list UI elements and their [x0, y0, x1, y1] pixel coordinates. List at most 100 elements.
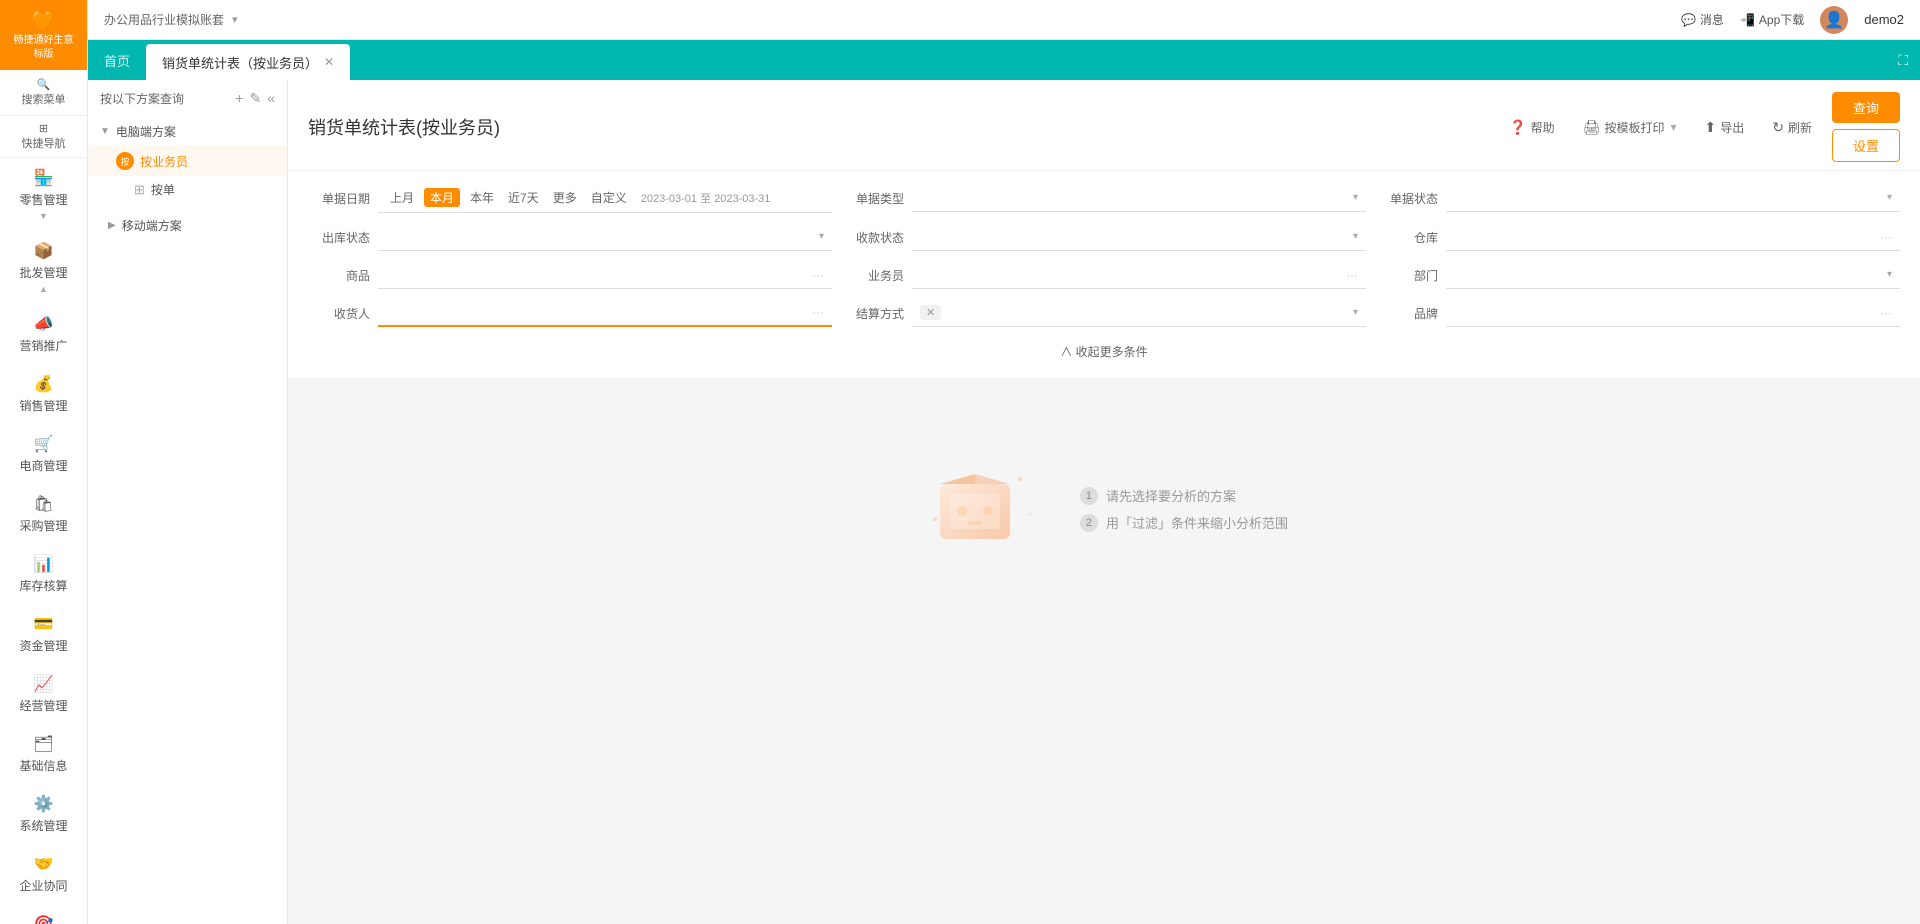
sidebar-item-finance[interactable]: 💳 资金管理 — [0, 604, 87, 664]
schema-item-salesman[interactable]: 按 按业务员 — [88, 146, 287, 176]
help-btn[interactable]: ❓ 帮助 — [1501, 115, 1562, 140]
date-tab-custom[interactable]: 自定义 — [587, 187, 631, 208]
dropdown-account-label[interactable]: 办公用品行业模拟账套 — [104, 11, 224, 28]
settle-tag-clear[interactable]: ✕ — [926, 306, 935, 319]
date-tab-this-month[interactable]: 本月 — [424, 188, 460, 207]
print-dropdown-arrow[interactable]: ▾ — [1670, 120, 1676, 134]
purchase-icon: 🛍 — [33, 494, 53, 514]
tab-home[interactable]: 首页 — [88, 40, 146, 80]
receiver-label: 收货人 — [308, 305, 378, 322]
order-schema-icon: ⊞ — [134, 182, 145, 198]
doc-type-control[interactable]: ▾ — [912, 184, 1366, 212]
collapse-conditions-btn[interactable]: ∧ 收起更多条件 — [308, 337, 1900, 366]
empty-hint-2: 2 用「过滤」条件来缩小分析范围 — [1080, 513, 1288, 532]
page-actions: ❓ 帮助 🖨 按模板打印 ▾ ⬆ 导出 ↻ 刷新 — [1501, 92, 1900, 162]
filter-area: 单据日期 上月 本月 本年 近7天 更多 自定义 2023-03-01 至 20… — [288, 171, 1920, 379]
query-btn[interactable]: 查询 — [1832, 92, 1900, 123]
doc-status-control[interactable]: ▾ — [1446, 184, 1900, 212]
empty-hint-1: 1 请先选择要分析的方案 — [1080, 486, 1288, 505]
sidebar-item-retail[interactable]: 🏪 零售管理 ▼ — [0, 158, 87, 231]
date-tab-last-month[interactable]: 上月 — [386, 187, 418, 208]
recv-status-label: 收款状态 — [832, 229, 912, 246]
search-icon: 🔍 — [4, 78, 83, 91]
retail-icon: 🏪 — [34, 168, 54, 188]
sidebar-item-sales[interactable]: 💰 销售管理 — [0, 364, 87, 424]
filter-row-2: 出库状态 ▾ 收款状态 ▾ 仓库 ··· — [308, 223, 1900, 251]
salesman-label: 业务员 — [832, 267, 912, 284]
sidebar-item-inventory[interactable]: 📊 库存核算 — [0, 544, 87, 604]
tab-sales-stat[interactable]: 销货单统计表（按业务员） ✕ — [146, 44, 350, 80]
retail-label: 零售管理 — [19, 191, 67, 208]
settle-control[interactable]: ✕ ▾ — [912, 299, 1366, 327]
add-schema-btn[interactable]: + — [235, 90, 243, 107]
ecommerce-label: 电商管理 — [19, 457, 67, 474]
collapse-panel-btn[interactable]: « — [267, 90, 275, 107]
out-status-control[interactable]: ▾ — [378, 223, 832, 251]
receiver-control[interactable]: ··· — [378, 299, 832, 327]
recv-status-control[interactable]: ▾ — [912, 223, 1366, 251]
goods-control[interactable]: ··· — [378, 261, 832, 289]
sidebar-item-marketing[interactable]: 📣 营销推广 — [0, 304, 87, 364]
brand-control[interactable]: ··· — [1446, 299, 1900, 327]
sidebar-item-ops[interactable]: 📈 经营管理 — [0, 664, 87, 724]
sidebar-item-newbie[interactable]: 🎯 新手引导 — [0, 904, 87, 924]
sales-icon: 💰 — [34, 374, 54, 394]
dept-control[interactable]: ▾ — [1446, 261, 1900, 289]
sidebar-item-wholesale[interactable]: 📦 批发管理 ▲ — [0, 231, 87, 304]
newbie-icon: 🎯 — [34, 914, 54, 924]
edit-schema-btn[interactable]: ✎ — [249, 90, 261, 107]
order-schema-label: 按单 — [151, 181, 175, 198]
left-panel-header: 按以下方案查询 + ✎ « — [88, 80, 287, 113]
hint-num-2: 2 — [1080, 514, 1098, 532]
date-tab-this-year[interactable]: 本年 — [466, 187, 498, 208]
sidebar-item-ecommerce[interactable]: 🛒 电商管理 — [0, 424, 87, 484]
setup-btn[interactable]: 设置 — [1832, 129, 1900, 162]
wholesale-label: 批发管理 — [19, 264, 67, 281]
username-label[interactable]: demo2 — [1864, 12, 1904, 27]
settle-arrow: ▾ — [1353, 307, 1358, 318]
empty-illustration — [920, 459, 1040, 559]
expand-icon: ⛶ — [1898, 52, 1908, 68]
schema-group-desktop-header[interactable]: ▼ 电脑端方案 — [88, 117, 287, 146]
dropdown-arrow-icon[interactable]: ▾ — [232, 13, 238, 26]
recv-status-arrow: ▾ — [1353, 231, 1358, 242]
app-download-btn[interactable]: 📲 App下载 — [1740, 11, 1804, 28]
date-tab-last7[interactable]: 近7天 — [504, 187, 543, 208]
print-btn[interactable]: 🖨 按模板打印 ▾ — [1575, 115, 1685, 140]
quick-nav-icon: ⊞ — [4, 122, 83, 135]
refresh-btn[interactable]: ↻ 刷新 — [1764, 115, 1820, 140]
refresh-label: 刷新 — [1788, 119, 1812, 136]
message-btn[interactable]: 💬 消息 — [1681, 11, 1724, 28]
sidebar-search[interactable]: 🔍 搜索菜单 — [0, 70, 87, 116]
salesman-dots: ··· — [1346, 268, 1358, 282]
top-header: 办公用品行业模拟账套 ▾ 💬 消息 📲 App下载 👤 demo2 — [88, 0, 1920, 40]
sidebar-nav-quick[interactable]: ⊞ 快捷导航 — [0, 116, 87, 158]
date-control[interactable]: 上月 本月 本年 近7天 更多 自定义 2023-03-01 至 2023-03… — [378, 183, 832, 213]
tab-expand-btn[interactable]: ⛶ — [1886, 52, 1920, 69]
doc-status-label: 单据状态 — [1366, 190, 1446, 207]
help-icon: ❓ — [1509, 119, 1526, 136]
export-label: 导出 — [1720, 119, 1744, 136]
refresh-icon: ↻ — [1772, 119, 1784, 136]
main-area: 办公用品行业模拟账套 ▾ 💬 消息 📲 App下载 👤 demo2 首页 销货单… — [88, 0, 1920, 924]
schema-sub-item-order[interactable]: ⊞ 按单 — [88, 176, 287, 203]
salesman-control[interactable]: ··· — [912, 261, 1366, 289]
warehouse-control[interactable]: ··· — [1446, 223, 1900, 251]
schema-group-mobile-header[interactable]: ▶ 移动端方案 — [88, 211, 287, 240]
query-buttons: 查询 设置 — [1832, 92, 1900, 162]
sidebar-item-system[interactable]: ⚙️ 系统管理 — [0, 784, 87, 844]
tab-close-icon[interactable]: ✕ — [324, 55, 334, 69]
print-icon: 🖨 — [1583, 119, 1601, 136]
sidebar-item-cooperation[interactable]: 🤝 企业协同 — [0, 844, 87, 904]
logo-text: 畅捷通好生意 标版 — [4, 34, 83, 62]
panel-actions: + ✎ « — [235, 90, 275, 107]
date-tab-more[interactable]: 更多 — [549, 187, 581, 208]
user-avatar[interactable]: 👤 — [1820, 6, 1848, 34]
salesman-schema-label: 按业务员 — [140, 153, 188, 170]
collapse-arrow-icon: ∧ — [1060, 345, 1075, 359]
export-btn[interactable]: ⬆ 导出 — [1696, 115, 1752, 140]
group-desktop-label: 电脑端方案 — [116, 123, 176, 140]
sidebar-item-basic[interactable]: 🗂 基础信息 — [0, 724, 87, 784]
sidebar-item-purchase[interactable]: 🛍 采购管理 — [0, 484, 87, 544]
sidebar-logo[interactable]: 🧡 畅捷通好生意 标版 — [0, 0, 87, 70]
